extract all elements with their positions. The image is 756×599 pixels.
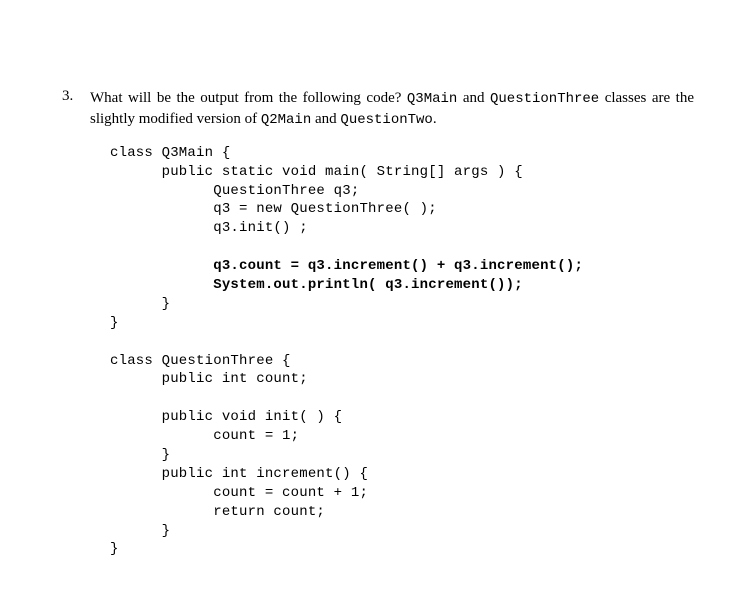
code-line: } — [110, 296, 170, 312]
code-line-bold: System.out.println( q3.increment()); — [110, 277, 523, 293]
code-block: class Q3Main { public static void main( … — [110, 144, 694, 560]
code-line: class QuestionThree { — [110, 353, 291, 369]
code-line: q3.init() ; — [110, 220, 308, 236]
inline-code: QuestionTwo — [340, 112, 432, 128]
code-line: public int increment() { — [110, 466, 368, 482]
question-text-part: and — [311, 111, 340, 127]
inline-code: Q3Main — [407, 91, 457, 107]
question-text-part: What will be the output from the followi… — [90, 90, 407, 106]
code-line: public static void main( String[] args )… — [110, 164, 523, 180]
code-line: class Q3Main { — [110, 145, 230, 161]
code-line: public int count; — [110, 371, 308, 387]
inline-code: Q2Main — [261, 112, 311, 128]
code-line: return count; — [110, 504, 325, 520]
code-line: count = 1; — [110, 428, 299, 444]
inline-code: QuestionThree — [490, 91, 599, 107]
question-block: 3. What will be the output from the foll… — [62, 88, 694, 130]
code-line: public void init( ) { — [110, 409, 342, 425]
code-line: } — [110, 447, 170, 463]
question-number: 3. — [62, 88, 90, 105]
code-line: } — [110, 523, 170, 539]
question-text-part: and — [457, 90, 490, 106]
question-text: What will be the output from the followi… — [90, 88, 694, 130]
question-text-part: . — [433, 111, 437, 127]
code-line: QuestionThree q3; — [110, 183, 359, 199]
code-line: } — [110, 541, 119, 557]
code-line-bold: q3.count = q3.increment() + q3.increment… — [110, 258, 583, 274]
document-page: 3. What will be the output from the foll… — [0, 0, 756, 599]
code-line: count = count + 1; — [110, 485, 368, 501]
code-line: q3 = new QuestionThree( ); — [110, 201, 437, 217]
code-line: } — [110, 315, 119, 331]
